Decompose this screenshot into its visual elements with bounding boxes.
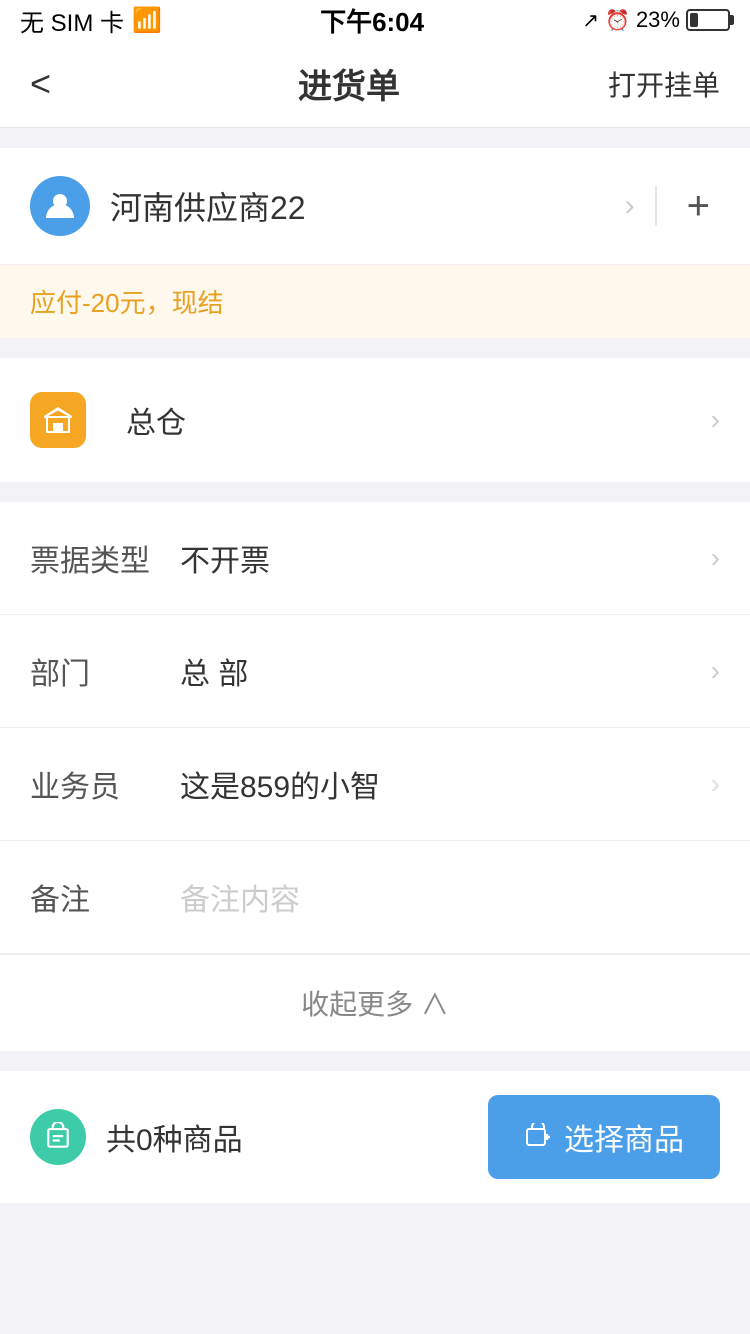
collapse-label: 收起更多 ∧ — [301, 983, 449, 1023]
invoice-type-chevron-icon: › — [711, 542, 720, 574]
warehouse-chevron-icon: › — [711, 404, 720, 436]
salesperson-row[interactable]: 业务员 这是859的小智 › — [0, 728, 750, 841]
select-product-label: 选择商品 — [564, 1115, 684, 1159]
bottom-bar: 共0种商品 选择商品 — [0, 1071, 750, 1203]
product-count: 共0种商品 — [106, 1115, 488, 1159]
warehouse-name: 总仓 — [106, 398, 711, 442]
supplier-avatar — [30, 176, 90, 236]
department-row[interactable]: 部门 总 部 › — [0, 615, 750, 728]
cart-icon — [524, 1123, 552, 1151]
supplier-chevron-icon: › — [625, 189, 635, 223]
remark-placeholder: 备注内容 — [160, 875, 720, 919]
page-title: 进货单 — [298, 59, 400, 108]
salesperson-value: 这是859的小智 — [160, 762, 711, 806]
section-divider-1 — [0, 128, 750, 148]
supplier-row[interactable]: 河南供应商22 › + — [0, 148, 750, 265]
back-button[interactable]: < — [30, 63, 90, 105]
invoice-type-row[interactable]: 票据类型 不开票 › — [0, 502, 750, 615]
salesperson-label: 业务员 — [30, 762, 160, 806]
add-supplier-button[interactable]: + — [677, 184, 720, 229]
wifi-icon: 📶 — [132, 6, 162, 35]
form-card: 票据类型 不开票 › 部门 总 部 › 业务员 这是859的小智 › 备注 备注… — [0, 502, 750, 1051]
remark-label: 备注 — [30, 875, 160, 919]
department-chevron-icon: › — [711, 655, 720, 687]
section-divider-3 — [0, 482, 750, 502]
supplier-card: 河南供应商22 › + 应付-20元，现结 — [0, 148, 750, 338]
battery-icon — [686, 9, 730, 31]
supplier-name: 河南供应商22 — [110, 183, 625, 229]
nav-bar: < 进货单 打开挂单 — [0, 40, 750, 128]
warehouse-row[interactable]: 总仓 › — [0, 358, 750, 482]
alarm-icon: ⏰ — [605, 8, 630, 33]
department-label: 部门 — [30, 649, 160, 693]
supplier-notice: 应付-20元，现结 — [0, 265, 750, 338]
warehouse-card: 总仓 › — [0, 358, 750, 482]
battery-percent: 23% — [636, 7, 680, 33]
select-product-button[interactable]: 选择商品 — [488, 1095, 720, 1179]
section-divider-2 — [0, 338, 750, 358]
open-pending-button[interactable]: 打开挂单 — [608, 64, 720, 104]
remark-row[interactable]: 备注 备注内容 — [0, 841, 750, 954]
department-value: 总 部 — [160, 649, 711, 693]
location-icon: ↗ — [582, 8, 599, 33]
status-bar: 无 SIM 卡 📶 下午6:04 ↗ ⏰ 23% — [0, 0, 750, 40]
supplier-divider — [655, 186, 657, 226]
status-time: 下午6:04 — [320, 2, 424, 39]
invoice-type-label: 票据类型 — [30, 536, 160, 580]
status-carrier: 无 SIM 卡 📶 — [20, 3, 162, 38]
product-icon — [30, 1109, 86, 1165]
invoice-type-value: 不开票 — [160, 536, 711, 580]
collapse-button[interactable]: 收起更多 ∧ — [0, 954, 750, 1051]
warehouse-icon — [30, 392, 86, 448]
salesperson-chevron-icon: › — [711, 768, 720, 800]
